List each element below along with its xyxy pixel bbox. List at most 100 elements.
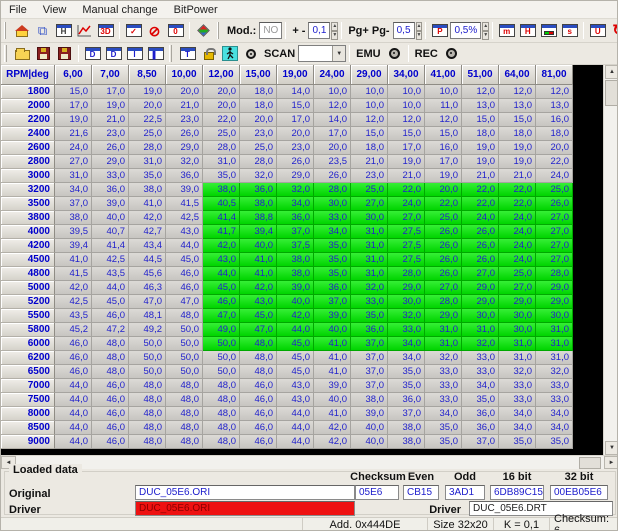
- map-cell[interactable]: 27,0: [462, 267, 499, 281]
- map-cell[interactable]: 30,0: [388, 295, 425, 309]
- map-cell[interactable]: 41,0: [129, 197, 166, 211]
- map-cell[interactable]: 35,0: [536, 435, 573, 449]
- scroll-right-icon[interactable]: ►: [604, 456, 618, 469]
- map-cell[interactable]: 18,0: [240, 85, 277, 99]
- driver-walk-icon[interactable]: [219, 44, 240, 63]
- map-cell[interactable]: 12,0: [388, 113, 425, 127]
- row-label[interactable]: 5500: [1, 309, 55, 323]
- map-cell[interactable]: 40,0: [314, 393, 351, 407]
- map-cell[interactable]: 44,0: [277, 421, 314, 435]
- map-cell[interactable]: 39,4: [240, 225, 277, 239]
- map-cell[interactable]: 38,0: [277, 253, 314, 267]
- map-cell[interactable]: 29,0: [388, 281, 425, 295]
- map-cell[interactable]: 34,0: [55, 183, 92, 197]
- map-cell[interactable]: 29,0: [536, 295, 573, 309]
- map-cell[interactable]: 10,0: [351, 99, 388, 113]
- map-cell[interactable]: 40,0: [314, 323, 351, 337]
- map-cell[interactable]: 18,0: [536, 127, 573, 141]
- map-cell[interactable]: 20,0: [240, 113, 277, 127]
- map-cell[interactable]: 46,0: [203, 295, 240, 309]
- map-cell[interactable]: 26,0: [462, 253, 499, 267]
- map-cell[interactable]: 27,0: [499, 281, 536, 295]
- map-cell[interactable]: 36,0: [166, 169, 203, 183]
- row-label[interactable]: 4500: [1, 253, 55, 267]
- row-label[interactable]: 6000: [1, 337, 55, 351]
- map-cell[interactable]: 19,0: [462, 155, 499, 169]
- row-label[interactable]: 7500: [1, 393, 55, 407]
- map-cell[interactable]: 38,0: [203, 183, 240, 197]
- chevron-down-icon[interactable]: ▼: [332, 46, 345, 61]
- row-label[interactable]: 7000: [1, 379, 55, 393]
- map-cell[interactable]: 33,0: [314, 211, 351, 225]
- map-cell[interactable]: 28,0: [536, 267, 573, 281]
- map-cell[interactable]: 32,0: [166, 155, 203, 169]
- checksum-field[interactable]: 05E6: [355, 485, 399, 500]
- map-cell[interactable]: 28,0: [203, 141, 240, 155]
- map-cell[interactable]: 28,0: [129, 141, 166, 155]
- map-cell[interactable]: 31,0: [499, 351, 536, 365]
- map-cell[interactable]: 24,0: [462, 211, 499, 225]
- map-cell[interactable]: 32,0: [240, 169, 277, 183]
- map-cell[interactable]: 17,0: [277, 113, 314, 127]
- row-label[interactable]: 3000: [1, 169, 55, 183]
- map-cell[interactable]: 42,0: [277, 309, 314, 323]
- map-cell[interactable]: 25,0: [203, 127, 240, 141]
- map-cell[interactable]: 21,0: [351, 155, 388, 169]
- row-label[interactable]: 2200: [1, 113, 55, 127]
- view-3d-icon[interactable]: 3D: [95, 21, 116, 40]
- map-cell[interactable]: 24,0: [499, 211, 536, 225]
- map-cell[interactable]: 44,0: [55, 421, 92, 435]
- percent-table-icon[interactable]: P: [429, 21, 450, 40]
- map-cell[interactable]: 46,0: [92, 393, 129, 407]
- map-cell[interactable]: 29,0: [499, 295, 536, 309]
- map-cell[interactable]: 37,0: [277, 225, 314, 239]
- map-cell[interactable]: 41,0: [55, 253, 92, 267]
- map-cell[interactable]: 48,0: [166, 393, 203, 407]
- map-cell[interactable]: 46,0: [92, 421, 129, 435]
- map-cell[interactable]: 50,0: [166, 365, 203, 379]
- map-cell[interactable]: 35,0: [314, 253, 351, 267]
- map-cell[interactable]: 23,0: [277, 141, 314, 155]
- row-label[interactable]: 1800: [1, 85, 55, 99]
- map-cell[interactable]: 31,0: [351, 239, 388, 253]
- map-cell[interactable]: 31,0: [351, 225, 388, 239]
- col-header[interactable]: 6,00: [55, 65, 92, 85]
- pg-field[interactable]: 0,5: [393, 22, 415, 39]
- even-field[interactable]: CB15: [403, 485, 439, 500]
- col-header[interactable]: 7,00: [92, 65, 129, 85]
- map-cell[interactable]: 17,0: [425, 155, 462, 169]
- map-cell[interactable]: 23,0: [92, 127, 129, 141]
- map-cell[interactable]: 29,0: [277, 169, 314, 183]
- map-cell[interactable]: 46,0: [240, 435, 277, 449]
- map-cell[interactable]: 12,0: [462, 85, 499, 99]
- map-cell[interactable]: 37,0: [314, 295, 351, 309]
- map-cell[interactable]: 33,0: [536, 379, 573, 393]
- map-cell[interactable]: 19,0: [499, 155, 536, 169]
- reload-icon[interactable]: ↻: [608, 21, 618, 40]
- map-cell[interactable]: 15,0: [55, 85, 92, 99]
- map-cell[interactable]: 19,0: [55, 113, 92, 127]
- map-cell[interactable]: 31,0: [351, 267, 388, 281]
- map-cell[interactable]: 22,0: [499, 197, 536, 211]
- map-cell[interactable]: 50,0: [203, 337, 240, 351]
- map-cell[interactable]: 13,0: [462, 99, 499, 113]
- map-cell[interactable]: 24,0: [499, 225, 536, 239]
- step-field[interactable]: 0,1: [308, 22, 330, 39]
- map-cell[interactable]: 28,0: [425, 295, 462, 309]
- map-cell[interactable]: 37,0: [351, 365, 388, 379]
- col-header[interactable]: 12,00: [203, 65, 240, 85]
- horizontal-scroll-thumb[interactable]: [579, 457, 601, 469]
- map-cell[interactable]: 25,0: [129, 127, 166, 141]
- map-cell[interactable]: 19,0: [388, 155, 425, 169]
- map-cell[interactable]: 34,0: [462, 379, 499, 393]
- map-cell[interactable]: 48,0: [166, 309, 203, 323]
- map-cell[interactable]: 37,0: [351, 379, 388, 393]
- map-cell[interactable]: 42,0: [314, 421, 351, 435]
- map-cell[interactable]: 26,0: [536, 197, 573, 211]
- map-cell[interactable]: 44,0: [92, 281, 129, 295]
- map-cell[interactable]: 22,0: [499, 183, 536, 197]
- map-cell[interactable]: 50,0: [129, 337, 166, 351]
- map-cell[interactable]: 26,0: [277, 155, 314, 169]
- col-header[interactable]: 15,00: [240, 65, 277, 85]
- row-label[interactable]: 5800: [1, 323, 55, 337]
